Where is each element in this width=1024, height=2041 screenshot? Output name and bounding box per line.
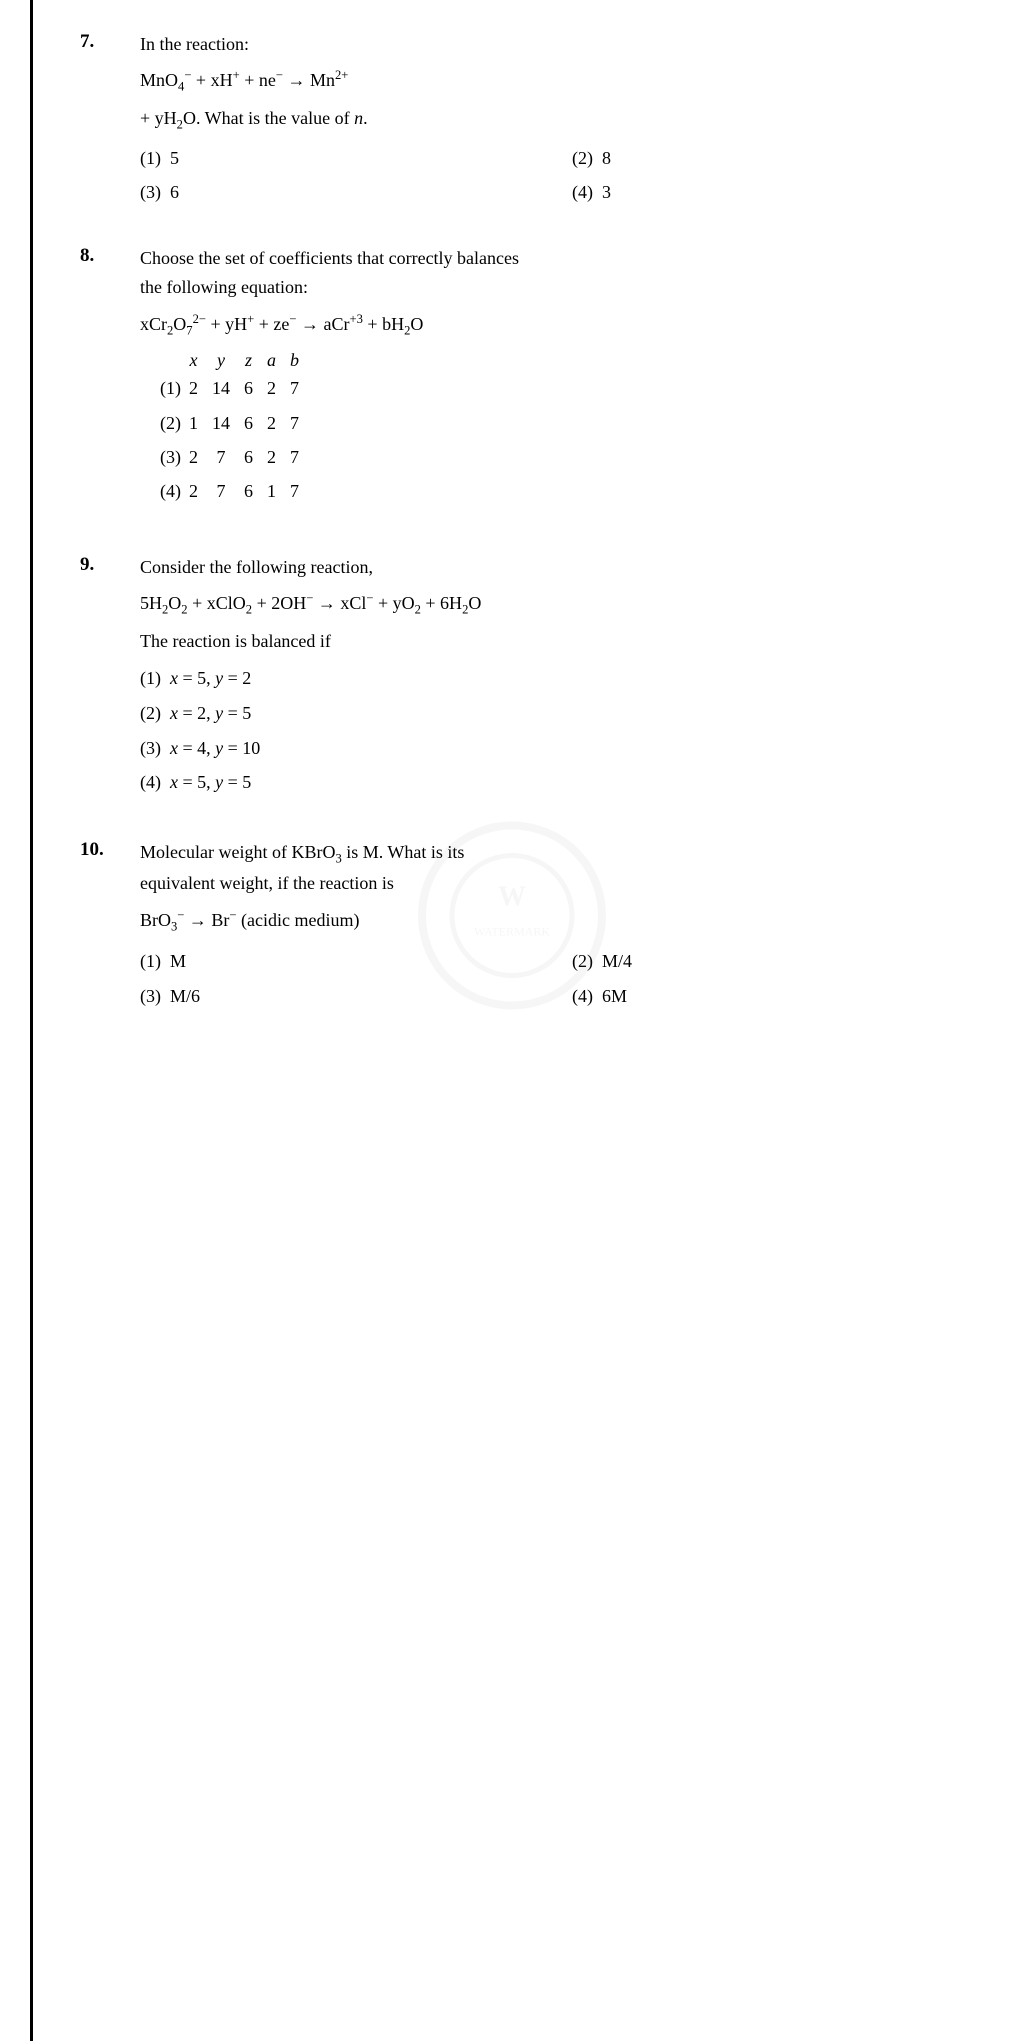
q10-option-3: (3) M/6 — [140, 981, 532, 1012]
q8-r3-num: (3) — [160, 440, 189, 474]
question-8-content: Choose the set of coefficients that corr… — [140, 244, 964, 517]
q8-col-x: x — [189, 350, 212, 371]
q8-r4-x: 2 — [189, 474, 212, 508]
q9-option-3: (3) x = 4, y = 10 — [140, 733, 964, 764]
q8-r2-x: 1 — [189, 406, 212, 440]
q8-r2-a: 2 — [267, 406, 290, 440]
q8-r4-z: 6 — [244, 474, 267, 508]
question-9-number: 9. — [80, 553, 140, 802]
question-7-options: (1) 5 (2) 8 (3) 6 (4) 3 — [140, 143, 964, 208]
q8-r2-b: 7 — [290, 406, 313, 440]
q10-equation: BrO3− → Br− (acidic medium) — [140, 905, 964, 938]
q8-line2: the following equation: — [140, 273, 964, 302]
q8-r2-z: 6 — [244, 406, 267, 440]
q8-equation: xCr2O72− + yH+ + ze− → aCr+3 + bH2O — [140, 309, 964, 342]
q7-equation1: MnO4− + xH+ + ne− → Mn2+ — [140, 65, 964, 98]
q8-r3-y: 7 — [212, 440, 244, 474]
question-7-number: 7. — [80, 30, 140, 208]
q8-line1: Choose the set of coefficients that corr… — [140, 244, 964, 273]
q7-option-4: (4) 3 — [572, 177, 964, 208]
q8-r2-num: (2) — [160, 406, 189, 440]
q7-option-3: (3) 6 — [140, 177, 532, 208]
q10-line2: equivalent weight, if the reaction is — [140, 869, 964, 898]
q10-option-2: (2) M/4 — [572, 946, 964, 977]
table-row: (2) 1 14 6 2 7 — [160, 406, 313, 440]
question-9-content: Consider the following reaction, 5H2O2 +… — [140, 553, 964, 802]
q10-line1: Molecular weight of KBrO3 is M. What is … — [140, 838, 964, 869]
q8-r1-x: 2 — [189, 371, 212, 405]
q8-r3-z: 6 — [244, 440, 267, 474]
question-8-text: Choose the set of coefficients that corr… — [140, 244, 964, 302]
q8-r1-b: 7 — [290, 371, 313, 405]
question-9: 9. Consider the following reaction, 5H2O… — [80, 553, 964, 802]
q9-option-2: (2) x = 2, y = 5 — [140, 698, 964, 729]
q8-r1-y: 14 — [212, 371, 244, 405]
left-border — [30, 0, 33, 2041]
q8-col-b: b — [290, 350, 313, 371]
table-row: (1) 2 14 6 2 7 — [160, 371, 313, 405]
q8-r3-a: 2 — [267, 440, 290, 474]
q9-line1: Consider the following reaction, — [140, 553, 964, 582]
q8-r1-z: 6 — [244, 371, 267, 405]
q9-line3: The reaction is balanced if — [140, 627, 964, 656]
q7-line3: + yH2O. What is the value of n. — [140, 104, 964, 135]
q8-r4-b: 7 — [290, 474, 313, 508]
question-8: 8. Choose the set of coefficients that c… — [80, 244, 964, 517]
question-10-text: Molecular weight of KBrO3 is M. What is … — [140, 838, 964, 898]
question-7-content: In the reaction: MnO4− + xH+ + ne− → Mn2… — [140, 30, 964, 208]
q8-col-a: a — [267, 350, 290, 371]
question-10-content: Molecular weight of KBrO3 is M. What is … — [140, 838, 964, 1012]
table-row: (4) 2 7 6 1 7 — [160, 474, 313, 508]
question-8-number: 8. — [80, 244, 140, 517]
q8-r3-x: 2 — [189, 440, 212, 474]
question-10: 10. Molecular weight of KBrO3 is M. What… — [80, 838, 964, 1012]
question-7-text: In the reaction: MnO4− + xH+ + ne− → Mn2… — [140, 30, 964, 135]
q10-option-1: (1) M — [140, 946, 532, 977]
q8-r4-a: 1 — [267, 474, 290, 508]
q9-equation: 5H2O2 + xClO2 + 2OH− → xCl− + yO2 + 6H2O — [140, 588, 964, 621]
q7-option-1: (1) 5 — [140, 143, 532, 174]
q7-option-2: (2) 8 — [572, 143, 964, 174]
question-9-text: Consider the following reaction, 5H2O2 +… — [140, 553, 964, 656]
q9-option-1: (1) x = 5, y = 2 — [140, 663, 964, 694]
q8-col-blank — [160, 350, 189, 371]
question-9-options: (1) x = 5, y = 2 (2) x = 2, y = 5 (3) x … — [140, 663, 964, 797]
question-7: 7. In the reaction: MnO4− + xH+ + ne− → … — [80, 30, 964, 208]
q10-option-4: (4) 6M — [572, 981, 964, 1012]
q8-col-z: z — [244, 350, 267, 371]
q8-r4-y: 7 — [212, 474, 244, 508]
q9-option-4: (4) x = 5, y = 5 — [140, 767, 964, 798]
q8-col-y: y — [212, 350, 244, 371]
q8-r2-y: 14 — [212, 406, 244, 440]
table-row: (3) 2 7 6 2 7 — [160, 440, 313, 474]
q7-line1: In the reaction: — [140, 30, 964, 59]
q8-table: x y z a b (1) 2 14 6 2 7 (2) 1 — [160, 350, 313, 509]
question-10-number: 10. — [80, 838, 140, 1012]
q8-r1-a: 2 — [267, 371, 290, 405]
question-10-options: (1) M (2) M/4 (3) M/6 (4) 6M — [140, 946, 964, 1011]
q8-r4-num: (4) — [160, 474, 189, 508]
q8-r3-b: 7 — [290, 440, 313, 474]
q8-r1-num: (1) — [160, 371, 189, 405]
